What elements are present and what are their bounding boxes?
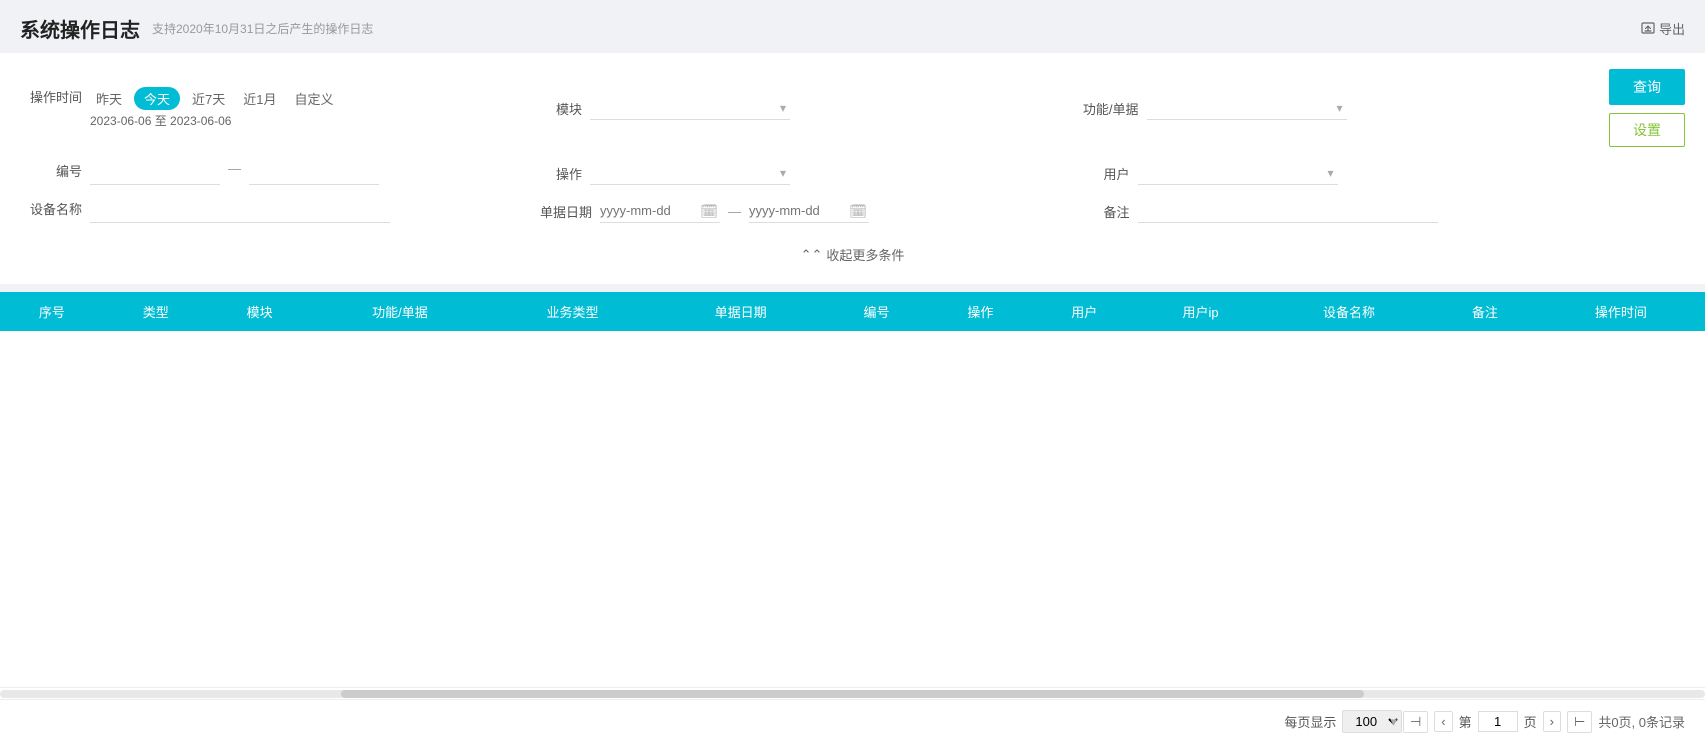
time-filter-group: 操作时间 昨天 今天 近7天 近1月 自定义 2023-06-06 至 2023… [20, 87, 480, 129]
date-from-wrap: 🗓 [600, 199, 720, 223]
function-filter-group: 功能/单据 ▾ [1037, 96, 1594, 120]
operation-select-wrap: ▾ [590, 161, 790, 185]
number-filter-group: 编号 — [20, 161, 480, 185]
action-btn-group: 查询 设置 [1609, 69, 1685, 147]
table-header-row: 序号类型模块功能/单据业务类型单据日期编号操作用户用户ip设备名称备注操作时间 [0, 292, 1705, 331]
pagination-bar: 每页显示 100 10 20 50 200 ▾ ⊣ ‹ 第 页 › ⊢ 共0页,… [0, 699, 1705, 743]
table-head: 序号类型模块功能/单据业务类型单据日期编号操作用户用户ip设备名称备注操作时间 [0, 292, 1705, 331]
user-select[interactable] [1138, 161, 1338, 185]
table-col-用户: 用户 [1032, 292, 1136, 331]
voucher-date-filter-group: 单据日期 🗓 — 🗓 [480, 199, 1028, 223]
time-opt-7days[interactable]: 近7天 [186, 87, 231, 110]
page-subtitle: 支持2020年10月31日之后产生的操作日志 [152, 20, 373, 37]
table-col-序号: 序号 [0, 292, 104, 331]
filter-row-3: 设备名称 单据日期 🗓 — 🗓 备注 [20, 199, 1685, 223]
remark-filter-group: 备注 [1028, 199, 1576, 223]
page-title: 系统操作日志 [20, 14, 140, 43]
function-select[interactable] [1147, 96, 1347, 120]
filter-row-2: 编号 — 操作 ▾ 用户 [20, 161, 1685, 185]
time-options: 昨天 今天 近7天 近1月 自定义 [90, 87, 340, 110]
operation-label: 操作 [520, 164, 590, 183]
number-dash: — [228, 161, 241, 176]
table-container: 序号类型模块功能/单据业务类型单据日期编号操作用户用户ip设备名称备注操作时间 [0, 292, 1705, 687]
remark-label: 备注 [1068, 202, 1138, 221]
filter-row-1: 操作时间 昨天 今天 近7天 近1月 自定义 2023-06-06 至 2023… [20, 69, 1685, 147]
module-filter-group: 模块 ▾ [480, 96, 1037, 120]
remark-input[interactable] [1138, 199, 1438, 223]
function-label: 功能/单据 [1077, 99, 1147, 118]
table-col-编号: 编号 [825, 292, 929, 331]
table-col-用户ip: 用户ip [1136, 292, 1265, 331]
module-select-wrap: ▾ [590, 96, 790, 120]
number-label: 编号 [20, 161, 90, 180]
device-label: 设备名称 [20, 199, 90, 218]
page-next-button[interactable]: › [1543, 711, 1561, 732]
module-label: 模块 [520, 99, 590, 118]
module-select[interactable] [590, 96, 790, 120]
settings-button[interactable]: 设置 [1609, 113, 1685, 147]
user-filter-group: 用户 ▾ [1028, 161, 1576, 185]
table-col-模块: 模块 [208, 292, 312, 331]
time-opt-custom[interactable]: 自定义 [289, 87, 340, 110]
device-input[interactable] [90, 199, 390, 223]
user-label: 用户 [1068, 164, 1138, 183]
number-input-from[interactable] [90, 161, 220, 185]
time-opt-today[interactable]: 今天 [134, 87, 180, 110]
pagination-summary: 共0页, 0条记录 [1598, 712, 1685, 731]
table-col-操作: 操作 [928, 292, 1032, 331]
table-col-功能/单据: 功能/单据 [311, 292, 488, 331]
export-label: 导出 [1659, 19, 1685, 38]
function-select-wrap: ▾ [1147, 96, 1347, 120]
voucher-date-label: 单据日期 [520, 202, 600, 221]
empty-area [0, 331, 1705, 631]
per-page-select[interactable]: 100 10 20 50 200 [1342, 710, 1402, 733]
table-col-备注: 备注 [1433, 292, 1537, 331]
query-button[interactable]: 查询 [1609, 69, 1685, 105]
page-label: 第 [1459, 712, 1472, 731]
table-col-设备名称: 设备名称 [1265, 292, 1433, 331]
time-opt-yesterday[interactable]: 昨天 [90, 87, 128, 110]
date-to-wrap: 🗓 [749, 199, 869, 223]
page-first-button[interactable]: ⊣ [1403, 711, 1428, 733]
time-opt-1month[interactable]: 近1月 [237, 87, 282, 110]
collapse-label: 收起更多条件 [826, 245, 904, 264]
page-suffix: 页 [1524, 712, 1537, 731]
table-col-类型: 类型 [104, 292, 208, 331]
page-container: 系统操作日志 支持2020年10月31日之后产生的操作日志 导出 操作时间 昨天… [0, 0, 1705, 743]
time-label: 操作时间 [20, 87, 90, 106]
date-to-input[interactable] [749, 199, 869, 223]
number-input-to[interactable] [249, 161, 379, 185]
page-prev-button[interactable]: ‹ [1434, 711, 1452, 732]
operation-select[interactable] [590, 161, 790, 185]
date-dash: — [728, 204, 741, 219]
table-col-业务类型: 业务类型 [488, 292, 656, 331]
table-col-单据日期: 单据日期 [657, 292, 825, 331]
filter-panel: 操作时间 昨天 今天 近7天 近1月 自定义 2023-06-06 至 2023… [0, 53, 1705, 284]
export-icon [1641, 22, 1655, 36]
page-input[interactable] [1478, 711, 1518, 732]
per-page-label: 每页显示 [1284, 712, 1336, 731]
collapse-bar[interactable]: ⌃⌃ 收起更多条件 [20, 237, 1685, 268]
scrollbar-track [0, 690, 1705, 698]
user-select-wrap: ▾ [1138, 161, 1338, 185]
page-last-button[interactable]: ⊢ [1567, 711, 1592, 733]
data-table: 序号类型模块功能/单据业务类型单据日期编号操作用户用户ip设备名称备注操作时间 [0, 292, 1705, 331]
table-col-操作时间: 操作时间 [1537, 292, 1705, 331]
device-filter-group: 设备名称 [20, 199, 480, 223]
operation-filter-group: 操作 ▾ [480, 161, 1028, 185]
scrollbar-area [0, 687, 1705, 699]
page-header: 系统操作日志 支持2020年10月31日之后产生的操作日志 导出 [0, 0, 1705, 53]
export-button[interactable]: 导出 [1641, 19, 1685, 38]
date-from-input[interactable] [600, 199, 720, 223]
collapse-up-icon: ⌃⌃ [801, 247, 823, 263]
scrollbar-thumb[interactable] [341, 690, 1364, 698]
time-options-wrap: 昨天 今天 近7天 近1月 自定义 2023-06-06 至 2023-06-0… [90, 87, 340, 129]
time-range-text: 2023-06-06 至 2023-06-06 [90, 112, 340, 129]
